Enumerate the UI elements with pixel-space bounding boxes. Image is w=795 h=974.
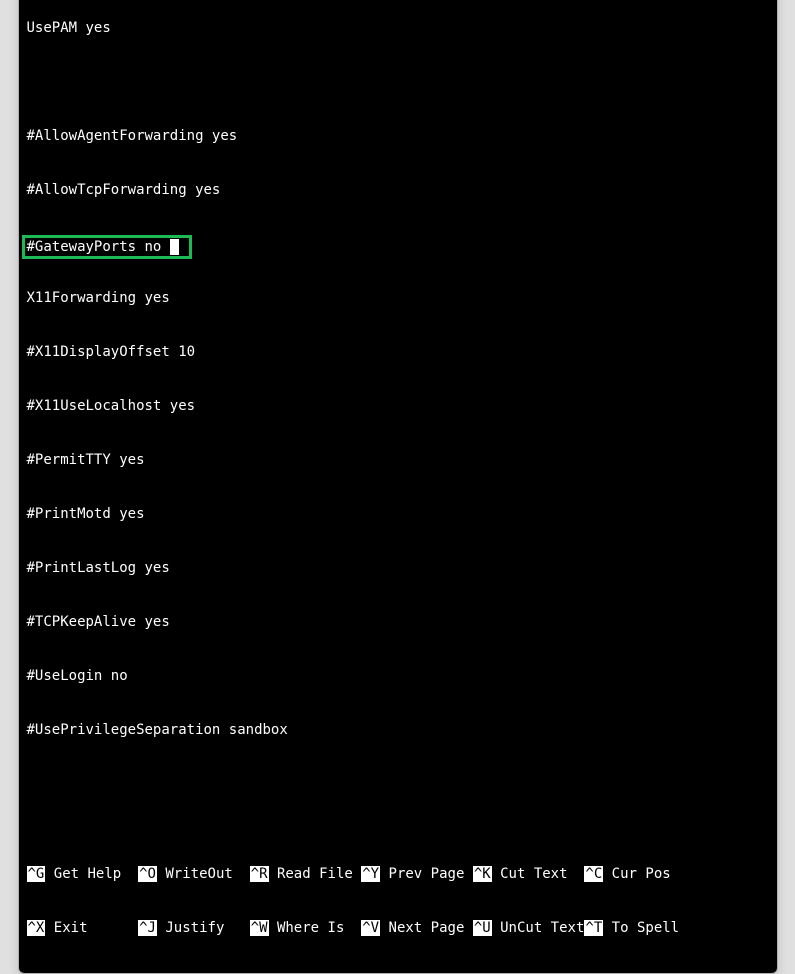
editor-line: #AllowAgentForwarding yes — [27, 127, 769, 145]
shortcut-label: Next Page — [380, 920, 473, 936]
shortcut-label: WriteOut — [157, 866, 250, 882]
shortcut-key: ^J — [138, 920, 157, 936]
editor-line: #UseLogin no — [27, 667, 769, 685]
editor-line: #UsePrivilegeSeparation sandbox — [27, 721, 769, 739]
shortcut-key: ^W — [250, 920, 269, 936]
editor-line-highlighted: #GatewayPorts no — [27, 235, 769, 253]
shortcut-label: Get Help — [45, 866, 138, 882]
editor-line: #PermitTTY yes — [27, 451, 769, 469]
shortcut-label: Where Is — [269, 920, 362, 936]
shortcut-label: Justify — [157, 920, 250, 936]
editor-line: #AllowTcpForwarding yes — [27, 181, 769, 199]
terminal-window: shovon@server1:~ – □ ✕ File Edit View Se… — [18, 0, 778, 974]
nano-footer: ^G Get Help ^O WriteOut ^R Read File ^Y … — [19, 829, 777, 973]
shortcut-key: ^Y — [361, 866, 380, 882]
shortcut-key: ^T — [584, 920, 603, 936]
shortcut-label: Read File — [269, 866, 362, 882]
shortcut-key: ^G — [27, 866, 46, 882]
shortcut-key: ^C — [584, 866, 603, 882]
editor-line: #X11DisplayOffset 10 — [27, 343, 769, 361]
editor-line — [27, 775, 769, 793]
editor-line: UsePAM yes — [27, 19, 769, 37]
footer-row-2: ^X Exit ^J Justify ^W Where Is ^V Next P… — [27, 919, 769, 937]
terminal-area[interactable]: GNU nano 2.3.1 File: /etc/ssh/sshd_confi… — [19, 0, 777, 973]
shortcut-key: ^O — [138, 866, 157, 882]
editor-line: #X11UseLocalhost yes — [27, 397, 769, 415]
footer-row-1: ^G Get Help ^O WriteOut ^R Read File ^Y … — [27, 865, 769, 883]
shortcut-key: ^X — [27, 920, 46, 936]
editor-line: #TCPKeepAlive yes — [27, 613, 769, 631]
highlight-box: #GatewayPorts no — [22, 235, 193, 259]
editor-line: X11Forwarding yes — [27, 289, 769, 307]
shortcut-label: Cut Text — [492, 866, 585, 882]
shortcut-label: UnCut Text — [492, 920, 585, 936]
shortcut-key: ^U — [473, 920, 492, 936]
editor-line: #PrintMotd yes — [27, 505, 769, 523]
shortcut-label: Cur Pos — [603, 866, 670, 882]
shortcut-key: ^R — [250, 866, 269, 882]
editor-line — [27, 73, 769, 91]
shortcut-label: Prev Page — [380, 866, 473, 882]
shortcut-key: ^K — [473, 866, 492, 882]
editor-body[interactable]: # If you just want the PAM account and s… — [19, 0, 777, 829]
shortcut-key: ^V — [361, 920, 380, 936]
shortcut-label: To Spell — [603, 920, 679, 936]
cursor — [170, 239, 179, 255]
shortcut-label: Exit — [45, 920, 138, 936]
editor-line: #PrintLastLog yes — [27, 559, 769, 577]
